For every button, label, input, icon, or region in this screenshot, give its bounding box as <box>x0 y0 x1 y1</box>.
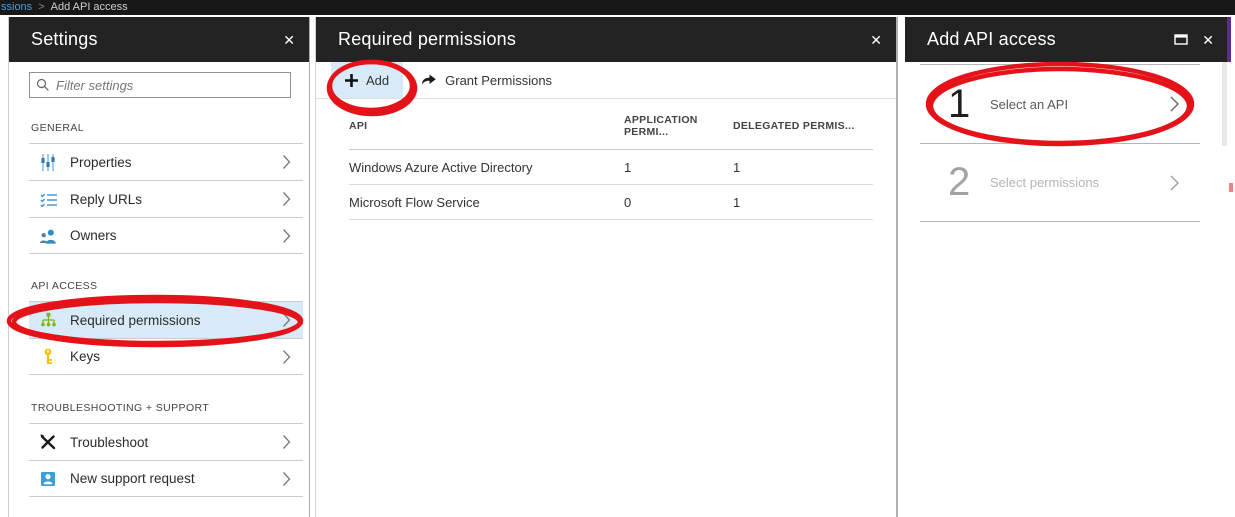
grant-permissions-icon <box>421 74 437 86</box>
filter-settings-input[interactable] <box>29 72 291 98</box>
table-row[interactable]: Microsoft Flow Service 0 1 <box>349 185 873 220</box>
section-api-access: API ACCESS Required permissions Keys <box>29 270 303 375</box>
settings-blade-header: Settings ✕ <box>9 17 309 62</box>
application-permissions-cell: 0 <box>624 194 632 210</box>
settings-blade-title: Settings <box>31 29 98 49</box>
sidebar-item-label: Properties <box>70 154 132 170</box>
sidebar-item-properties[interactable]: Properties <box>29 143 303 180</box>
accent-stripe <box>1227 17 1231 62</box>
sidebar-item-required-permissions[interactable]: Required permissions <box>29 301 303 338</box>
chevron-right-icon <box>282 191 291 207</box>
sidebar-item-label: Owners <box>70 228 117 243</box>
org-chart-icon <box>39 311 57 329</box>
sidebar-item-new-support-request[interactable]: New support request <box>29 460 303 497</box>
sliders-icon <box>39 153 57 171</box>
permissions-table: API APPLICATION PERMI... DELEGATED PERMI… <box>349 102 873 220</box>
sidebar-item-reply-urls[interactable]: Reply URLs <box>29 180 303 217</box>
sidebar-item-troubleshoot[interactable]: Troubleshoot <box>29 423 303 460</box>
chevron-right-icon <box>282 349 291 365</box>
sidebar-item-label: Keys <box>70 349 101 364</box>
section-troubleshooting-label: TROUBLESHOOTING + SUPPORT <box>31 401 210 414</box>
people-icon <box>39 227 57 245</box>
sidebar-item-label: Troubleshoot <box>70 434 149 450</box>
step-label: Select an API <box>990 96 1069 112</box>
column-header-delegated-permissions: DELEGATED PERMIS... <box>733 119 855 132</box>
required-permissions-blade-body: Add Grant Permissions API APPLICATION PE… <box>316 62 896 517</box>
sidebar-item-label: Reply URLs <box>70 191 143 207</box>
plus-icon <box>345 73 358 87</box>
add-api-access-blade-title: Add API access <box>927 29 1056 49</box>
section-api-access-label: API ACCESS <box>31 279 98 292</box>
chevron-right-icon <box>282 228 291 244</box>
step-label: Select permissions <box>990 175 1100 190</box>
scrollbar-thumb[interactable] <box>1222 62 1227 146</box>
maximize-icon[interactable] <box>1174 34 1188 45</box>
grant-permissions-button-label: Grant Permissions <box>445 72 553 88</box>
filter-settings-field[interactable] <box>56 77 284 93</box>
search-icon <box>36 78 50 92</box>
add-api-access-blade-header: Add API access ✕ <box>905 17 1228 62</box>
required-permissions-blade-title: Required permissions <box>338 29 517 49</box>
add-api-access-blade-body: 1 Select an API 2 Select permissions <box>905 62 1228 517</box>
grant-permissions-button[interactable]: Grant Permissions <box>407 62 566 98</box>
key-icon <box>39 348 57 366</box>
breadcrumb-link[interactable]: ssions <box>1 1 32 13</box>
sidebar-item-label: New support request <box>70 471 195 486</box>
step-select-permissions: 2 Select permissions <box>920 143 1200 222</box>
chevron-right-icon <box>1169 174 1180 192</box>
delegated-permissions-cell: 1 <box>733 194 741 210</box>
sidebar-item-label: Required permissions <box>70 312 201 328</box>
chevron-right-icon <box>1169 95 1180 113</box>
close-icon[interactable]: ✕ <box>1202 33 1214 47</box>
tools-icon <box>39 433 57 451</box>
breadcrumb-separator: > <box>38 1 45 13</box>
breadcrumb: ssions > Add API access <box>0 0 1235 15</box>
chevron-right-icon <box>282 434 291 450</box>
step-number: 1 <box>948 81 971 126</box>
chevron-right-icon <box>282 154 291 170</box>
delegated-permissions-cell: 1 <box>733 159 741 175</box>
settings-blade: Settings ✕ GENERAL Properties <box>8 17 310 517</box>
required-permissions-blade: Required permissions ✕ Add Grant Permiss… <box>315 17 898 517</box>
settings-blade-body: GENERAL Properties <box>9 62 309 517</box>
sidebar-item-owners[interactable]: Owners <box>29 217 303 254</box>
add-api-steps: 1 Select an API 2 Select permissions <box>920 64 1200 222</box>
api-name-cell: Microsoft Flow Service <box>349 194 480 210</box>
add-button[interactable]: Add <box>331 62 404 98</box>
step-number: 2 <box>948 160 971 204</box>
application-permissions-cell: 1 <box>624 159 632 175</box>
section-general-label: GENERAL <box>31 121 84 134</box>
support-person-icon <box>39 470 57 488</box>
permissions-toolbar: Add Grant Permissions <box>316 62 896 99</box>
close-icon[interactable]: ✕ <box>283 33 295 47</box>
add-button-label: Add <box>366 72 390 88</box>
close-icon[interactable]: ✕ <box>870 33 882 47</box>
table-header-row: API APPLICATION PERMI... DELEGATED PERMI… <box>349 102 873 150</box>
section-troubleshooting: TROUBLESHOOTING + SUPPORT Troubleshoot N… <box>29 392 303 497</box>
table-row[interactable]: Windows Azure Active Directory 1 1 <box>349 150 873 185</box>
chevron-right-icon <box>282 471 291 487</box>
required-permissions-blade-header: Required permissions ✕ <box>316 17 896 62</box>
sidebar-item-keys[interactable]: Keys <box>29 338 303 375</box>
chevron-right-icon <box>282 312 291 328</box>
edge-marker <box>1229 183 1233 192</box>
column-header-application-permissions: APPLICATION PERMI... <box>624 113 698 138</box>
column-header-api: API <box>349 119 368 132</box>
add-api-access-blade: Add API access ✕ 1 Select an API 2 Selec… <box>905 17 1228 517</box>
step-select-an-api[interactable]: 1 Select an API <box>920 64 1200 143</box>
section-general: GENERAL Properties Reply URLs Owners <box>29 112 303 254</box>
breadcrumb-current: Add API access <box>50 1 128 13</box>
api-name-cell: Windows Azure Active Directory <box>349 159 533 175</box>
list-icon <box>39 190 57 208</box>
